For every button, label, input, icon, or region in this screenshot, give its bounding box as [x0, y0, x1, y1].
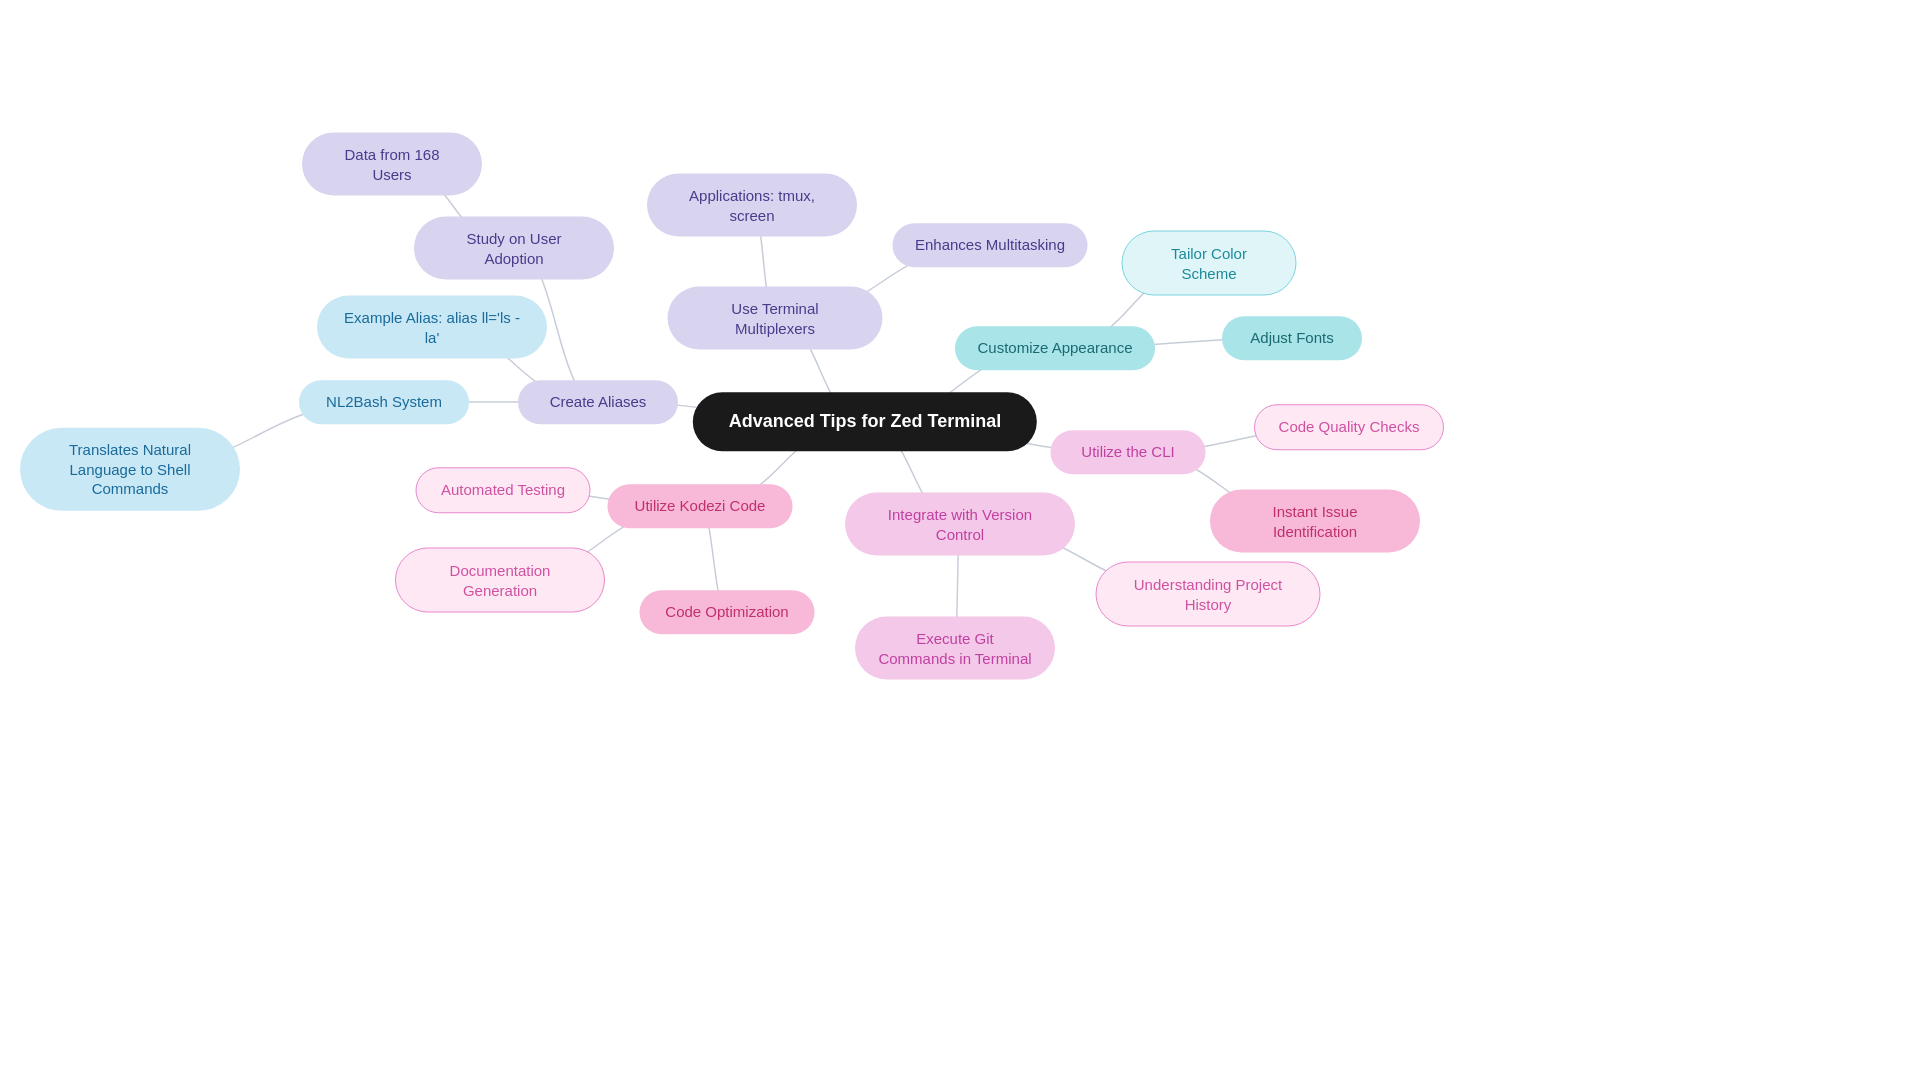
node-applications[interactable]: Applications: tmux, screen [647, 174, 857, 237]
node-use-multiplexers[interactable]: Use Terminal Multiplexers [668, 287, 883, 350]
node-execute-git[interactable]: Execute Git Commands in Terminal [855, 617, 1055, 680]
node-enhances[interactable]: Enhances Multitasking [893, 223, 1088, 267]
node-create-aliases[interactable]: Create Aliases [518, 380, 678, 424]
node-customize[interactable]: Customize Appearance [955, 326, 1155, 370]
node-integrate-vc[interactable]: Integrate with Version Control [845, 493, 1075, 556]
node-code-quality[interactable]: Code Quality Checks [1254, 404, 1444, 450]
node-automated-testing[interactable]: Automated Testing [416, 467, 591, 513]
node-tailor-color[interactable]: Tailor Color Scheme [1122, 231, 1297, 296]
node-nl2bash[interactable]: NL2Bash System [299, 380, 469, 424]
node-utilize-cli[interactable]: Utilize the CLI [1051, 430, 1206, 474]
node-understand-history[interactable]: Understanding Project History [1096, 562, 1321, 627]
node-code-optimization[interactable]: Code Optimization [640, 590, 815, 634]
node-doc-generation[interactable]: Documentation Generation [395, 548, 605, 613]
node-instant-issue[interactable]: Instant Issue Identification [1210, 490, 1420, 553]
node-example-alias[interactable]: Example Alias: alias ll='ls -la' [317, 296, 547, 359]
node-translates[interactable]: Translates Natural Language to Shell Com… [20, 428, 240, 511]
mindmap-canvas: Advanced Tips for Zed Terminal Translates… [0, 0, 1920, 1083]
node-data-users[interactable]: Data from 168 Users [302, 133, 482, 196]
node-adjust-fonts[interactable]: Adjust Fonts [1222, 316, 1362, 360]
node-utilize-kodezi[interactable]: Utilize Kodezi Code [608, 484, 793, 528]
node-center[interactable]: Advanced Tips for Zed Terminal [693, 392, 1037, 451]
node-study-user[interactable]: Study on User Adoption [414, 217, 614, 280]
